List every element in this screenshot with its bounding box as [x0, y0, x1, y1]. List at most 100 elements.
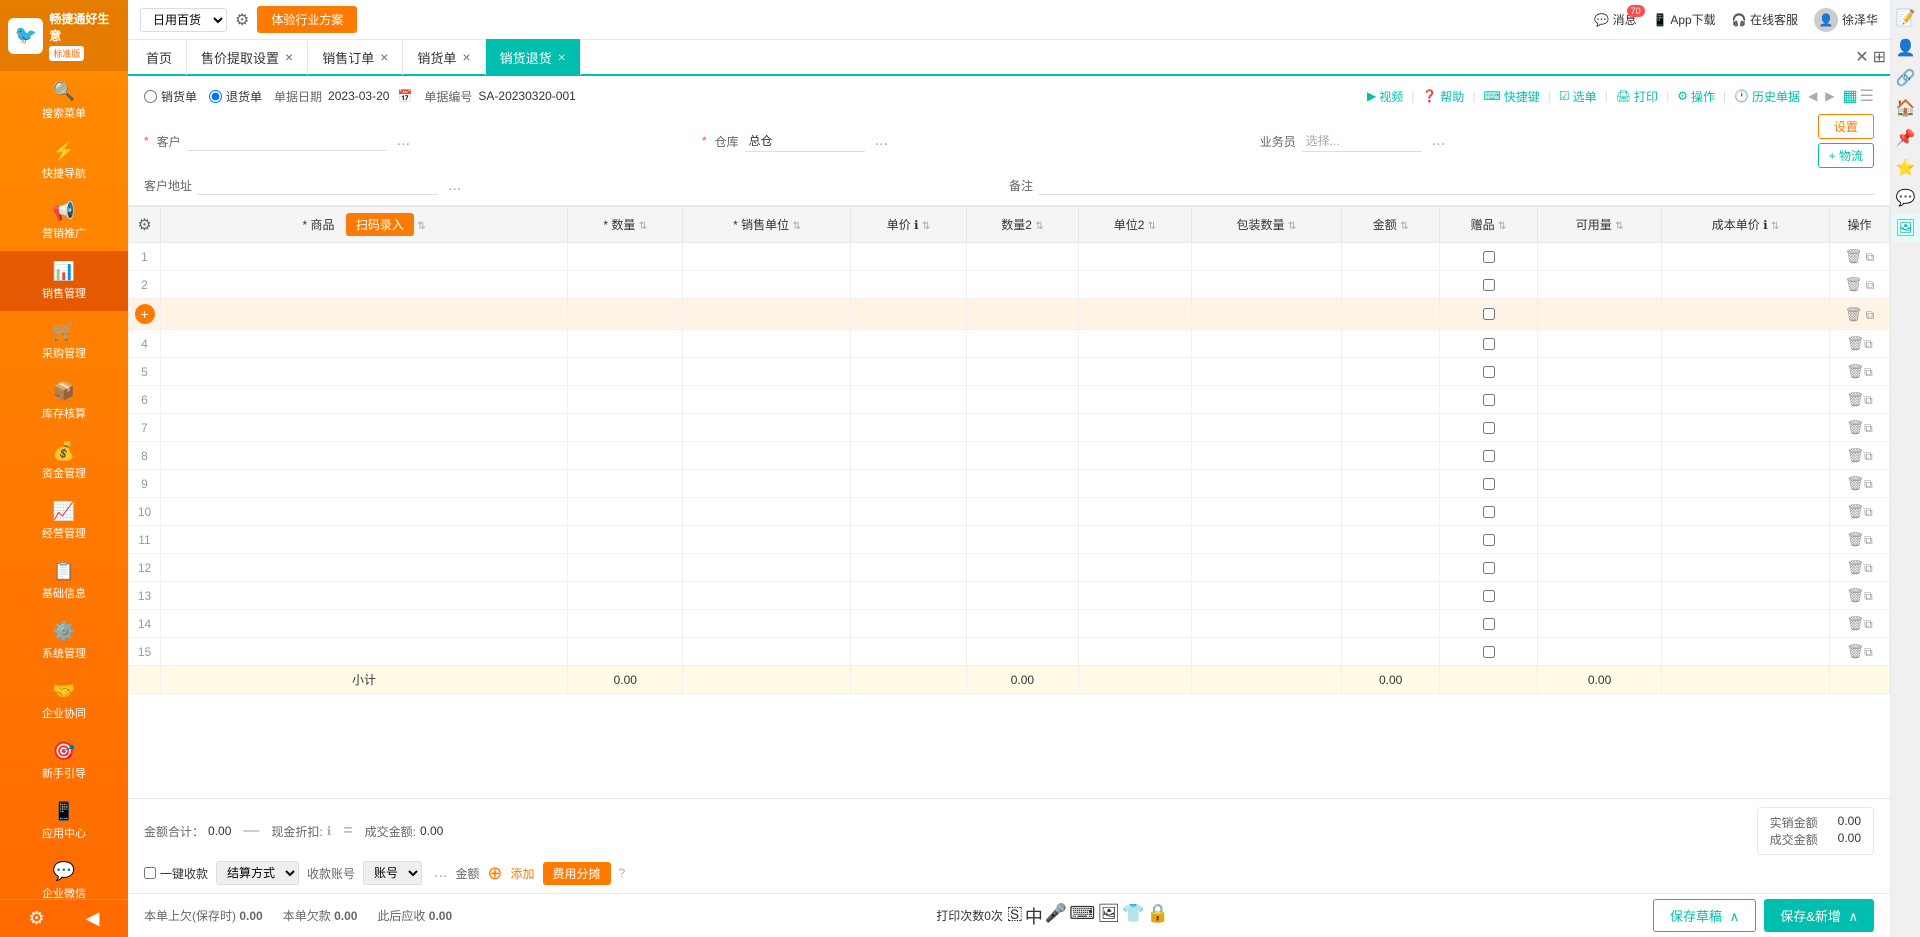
unit-price-cell-2[interactable] [851, 271, 966, 299]
gift-cb-11[interactable] [1483, 534, 1495, 546]
right-panel-icon-6[interactable]: ⭐ [1892, 154, 1920, 182]
tab-sale-return[interactable]: 销货退货 × [486, 39, 581, 75]
unit2-cell-2[interactable] [1079, 271, 1192, 299]
list-view-icon[interactable]: ☰ [1860, 86, 1874, 106]
salesperson-picker-btn[interactable]: ... [1432, 132, 1445, 150]
pack-qty-cell-2[interactable] [1191, 271, 1341, 299]
copy-btn-14[interactable]: ⧉ [1864, 617, 1873, 632]
qty-cell-2[interactable] [568, 271, 683, 299]
copy-btn-10[interactable]: ⧉ [1864, 505, 1873, 520]
right-panel-icon-8[interactable]: 🖼 [1891, 214, 1919, 242]
del-btn-15[interactable]: 🗑 [1846, 643, 1864, 660]
cost-price-cell-1[interactable] [1662, 243, 1830, 271]
del-btn-12[interactable]: 🗑 [1846, 559, 1864, 576]
del-btn-8[interactable]: 🗑 [1846, 447, 1864, 464]
sidebar-item-basic[interactable]: 📋 基础信息 [0, 551, 128, 611]
sidebar-item-inventory[interactable]: 📦 库存核算 [0, 371, 128, 431]
del-btn-7[interactable]: 🗑 [1846, 419, 1864, 436]
del-btn-2[interactable]: 🗑 [1845, 276, 1863, 293]
sidebar-item-sales[interactable]: 📊 销售管理 [0, 251, 128, 311]
del-btn-6[interactable]: 🗑 [1846, 391, 1864, 408]
copy-btn-4[interactable]: ⧉ [1864, 337, 1873, 352]
history-link[interactable]: 🕐 历史单据 [1734, 88, 1800, 105]
gift-checkbox-2[interactable] [1483, 279, 1495, 291]
gift-cell-2[interactable] [1440, 271, 1538, 299]
available-cell-1[interactable] [1538, 243, 1662, 271]
del-btn-5[interactable]: 🗑 [1846, 363, 1864, 380]
cash-help-icon[interactable]: ℹ [327, 824, 332, 838]
copy-btn-6[interactable]: ⧉ [1864, 393, 1873, 408]
gift-cb-7[interactable] [1483, 422, 1495, 434]
right-panel-icon-7[interactable]: 💬 [1892, 184, 1920, 212]
tool-icon-1[interactable]: 🇸 [1007, 903, 1023, 929]
table-gear-btn[interactable]: ⚙ [137, 215, 151, 235]
qty2-cell-1[interactable] [966, 243, 1079, 271]
sale-unit-cell-2[interactable] [683, 271, 851, 299]
gift-cb-6[interactable] [1483, 394, 1495, 406]
app-download-btn[interactable]: 📱 App下载 [1653, 11, 1716, 28]
address-input[interactable] [198, 176, 438, 195]
sidebar-item-cooperation[interactable]: 🤝 企业协同 [0, 671, 128, 731]
gift-cb-5[interactable] [1483, 366, 1495, 378]
add-payment-btn[interactable]: ⊕ [487, 863, 502, 884]
tab-sale-order[interactable]: 销售订单 × [308, 39, 403, 75]
sidebar-item-quick-nav[interactable]: ⚡ 快捷导航 [0, 131, 128, 191]
tab-expand-btn[interactable]: ⊞ [1873, 47, 1886, 67]
expense-btn[interactable]: 费用分摊 [543, 862, 611, 885]
gift-cb-10[interactable] [1483, 506, 1495, 518]
note-input[interactable] [1039, 176, 1874, 195]
help-link[interactable]: ❓ 帮助 [1422, 88, 1464, 105]
col-gear[interactable]: ⚙ [129, 207, 161, 243]
bank-account-select[interactable]: 账号 [363, 861, 422, 885]
product-cell-add[interactable] [161, 299, 568, 330]
one-click-pay-input[interactable] [144, 867, 156, 879]
del-btn-1[interactable]: 🗑 [1845, 248, 1863, 265]
add-row-btn[interactable]: + [135, 304, 155, 324]
unit-price-cell-add[interactable] [851, 299, 966, 330]
video-link[interactable]: ▶ 视频 [1367, 88, 1403, 105]
del-btn-add[interactable]: 🗑 [1845, 306, 1863, 323]
copy-btn-2[interactable]: ⧉ [1866, 278, 1875, 293]
bank-picker-btn[interactable]: ... [434, 864, 447, 882]
grid-view-icon[interactable]: ▦ [1843, 86, 1858, 106]
tool-icon-7[interactable]: 🔒 [1147, 903, 1169, 929]
sidebar-item-operations[interactable]: 📈 经营管理 [0, 491, 128, 551]
save-draft-btn[interactable]: 保存草稿 ∧ [1653, 899, 1756, 932]
del-btn-10[interactable]: 🗑 [1846, 503, 1864, 520]
available-cell-2[interactable] [1538, 271, 1662, 299]
right-panel-icon-5[interactable]: 📌 [1892, 124, 1920, 152]
tab-sale-price[interactable]: 售价提取设置 × [187, 39, 308, 75]
copy-btn-add[interactable]: ⧉ [1866, 308, 1875, 323]
sale-unit-cell-1[interactable] [683, 243, 851, 271]
unit2-cell-add[interactable] [1079, 299, 1192, 330]
right-panel-icon-3[interactable]: 🔗 [1892, 64, 1920, 92]
nav-prev-icon[interactable]: ◀ [1808, 89, 1817, 103]
gift-cb-15[interactable] [1483, 646, 1495, 658]
amount-cell-2[interactable] [1342, 271, 1440, 299]
tool-icon-6[interactable]: 👕 [1122, 903, 1144, 929]
product-cell-1[interactable] [161, 243, 568, 271]
copy-btn-1[interactable]: ⧉ [1866, 250, 1875, 265]
logistics-btn[interactable]: + 物流 [1818, 143, 1874, 168]
gift-cell-1[interactable] [1440, 243, 1538, 271]
customer-input[interactable] [187, 132, 387, 151]
table-container[interactable]: ⚙ * 商品 扫码录入 ⇅ * 数量 ⇅ [128, 206, 1890, 798]
amount-cell-1[interactable] [1342, 243, 1440, 271]
gift-cb-9[interactable] [1483, 478, 1495, 490]
tab-close-sale[interactable]: × [462, 49, 470, 65]
product-cell-2[interactable] [161, 271, 568, 299]
sidebar-item-marketing[interactable]: 📢 营销推广 [0, 191, 128, 251]
sidebar-item-guide[interactable]: 🎯 新手引导 [0, 731, 128, 791]
save-new-chevron[interactable]: ∧ [1848, 909, 1858, 924]
tab-close-sale-return[interactable]: × [558, 49, 566, 65]
warehouse-picker-btn[interactable]: ... [875, 132, 888, 150]
right-panel-icon-4[interactable]: 🏠 [1892, 94, 1920, 122]
customer-picker-btn[interactable]: ... [397, 132, 410, 150]
topbar-gear-icon[interactable]: ⚙ [235, 10, 249, 30]
gift-cb-8[interactable] [1483, 450, 1495, 462]
gift-cb-14[interactable] [1483, 618, 1495, 630]
radio-sale[interactable]: 销货单 [144, 88, 197, 105]
tab-close-sale-order[interactable]: × [380, 49, 388, 65]
del-btn-9[interactable]: 🗑 [1846, 475, 1864, 492]
gift-cell-add[interactable] [1440, 299, 1538, 330]
